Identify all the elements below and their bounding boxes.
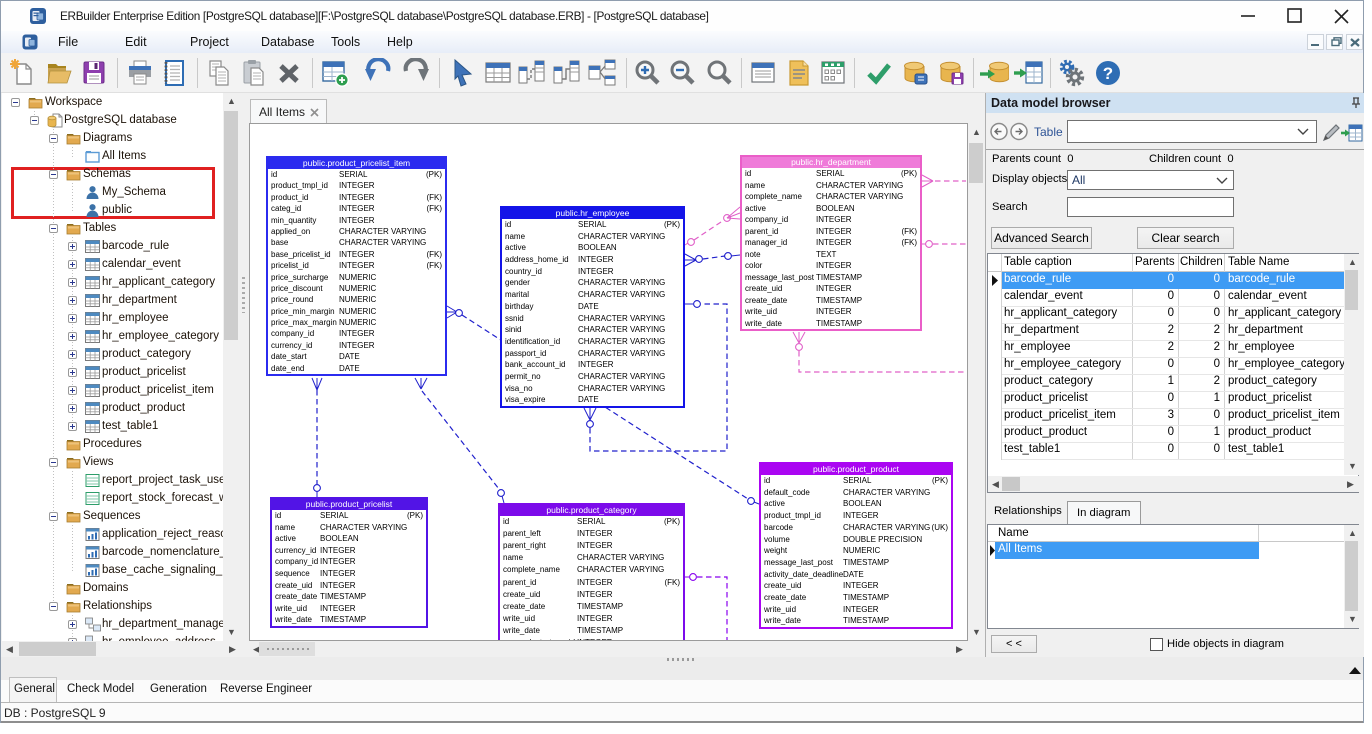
svg-text:?: ?	[1103, 64, 1113, 83]
